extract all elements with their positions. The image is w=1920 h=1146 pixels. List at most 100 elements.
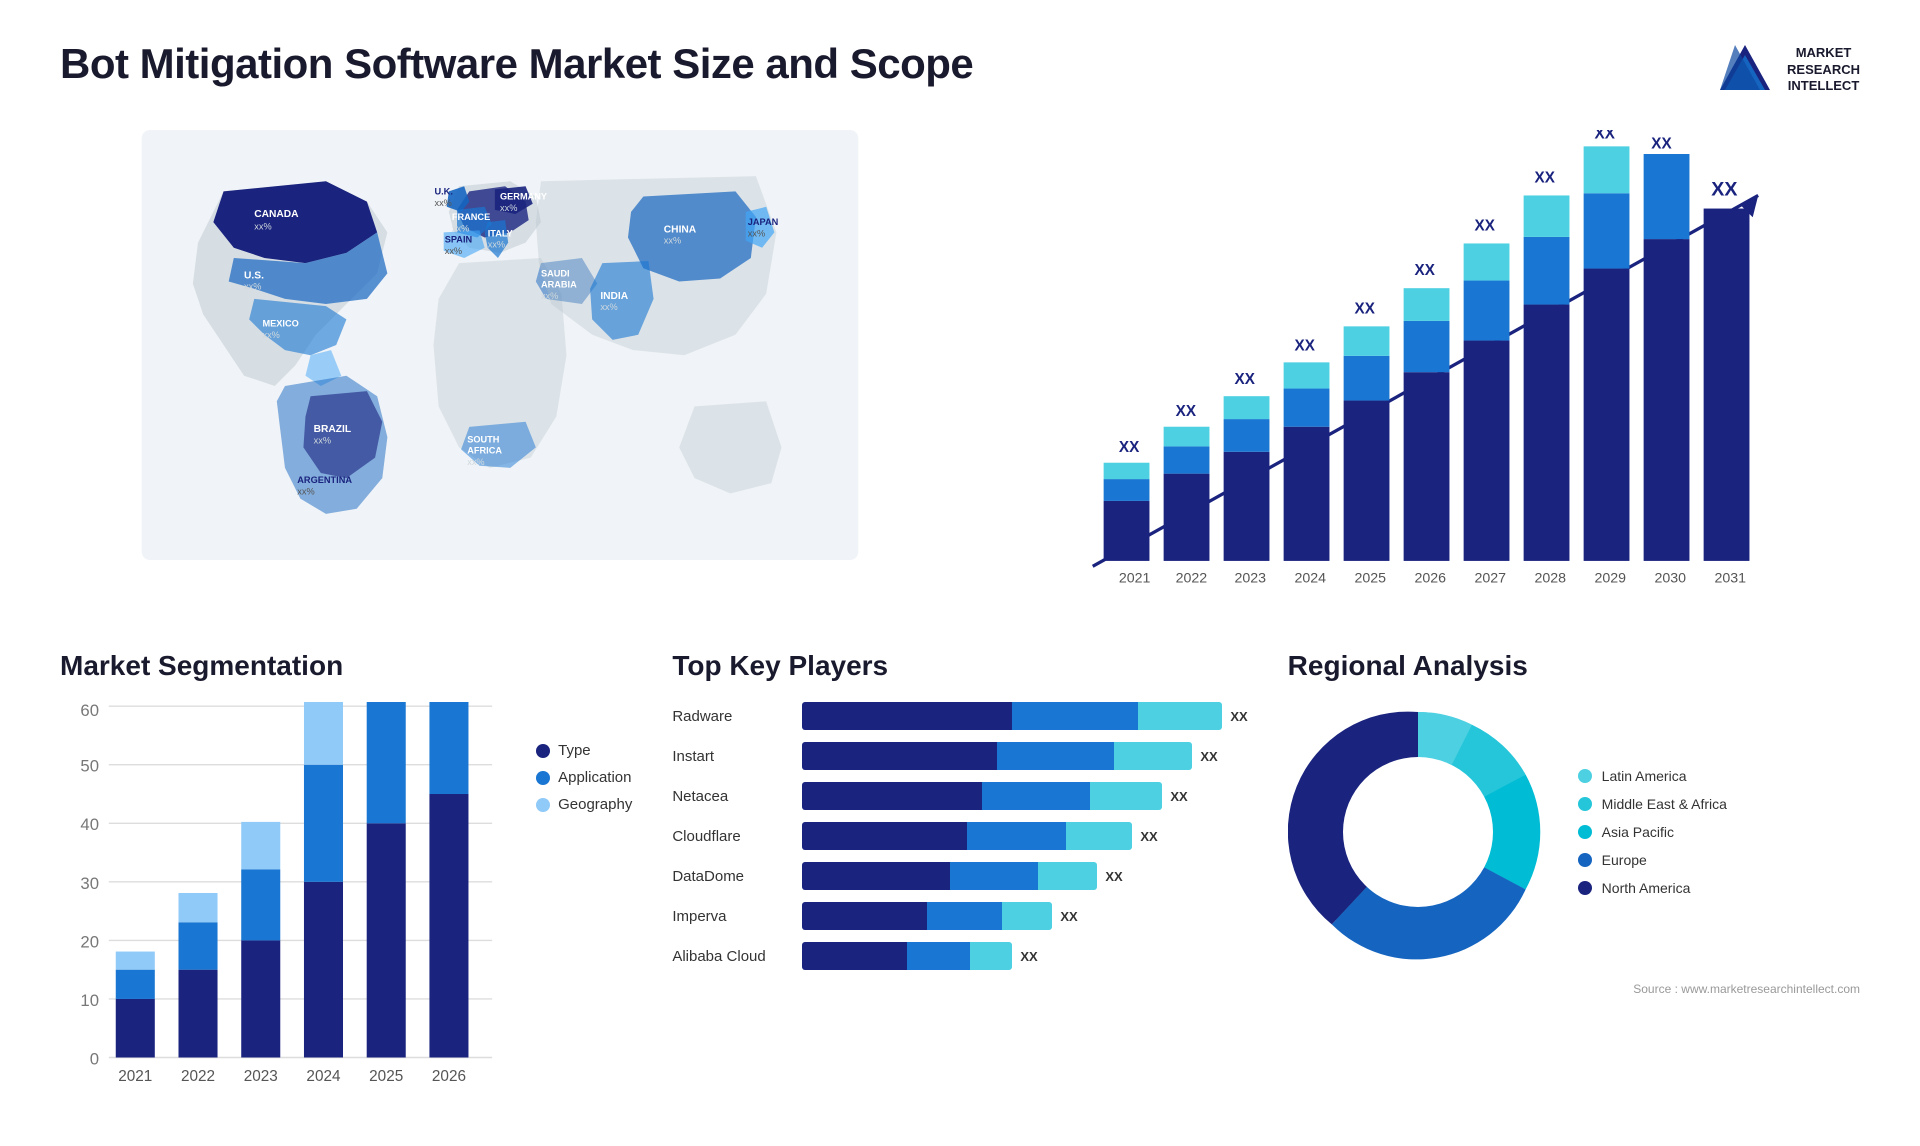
middle-east-label: Middle East & Africa	[1602, 796, 1727, 812]
player-row-alibaba: Alibaba Cloud XX	[672, 942, 1247, 970]
svg-text:U.S.: U.S.	[244, 270, 264, 281]
player-row-cloudflare: Cloudflare XX	[672, 822, 1247, 850]
player-row-netacea: Netacea XX	[672, 782, 1247, 810]
svg-text:xx%: xx%	[445, 246, 462, 256]
player-bar-datadome	[802, 862, 1097, 890]
player-row-radware: Radware XX	[672, 702, 1247, 730]
svg-text:xx%: xx%	[314, 435, 331, 445]
svg-text:xx%: xx%	[262, 330, 279, 340]
player-bar-wrap-instart: XX	[802, 742, 1247, 770]
svg-text:40: 40	[80, 815, 99, 834]
svg-text:2027: 2027	[1475, 571, 1507, 587]
asia-pacific-dot	[1578, 825, 1592, 839]
legend-north-america: North America	[1578, 880, 1727, 896]
svg-text:60: 60	[80, 702, 99, 720]
svg-text:20: 20	[80, 932, 99, 951]
page: Bot Mitigation Software Market Size and …	[0, 0, 1920, 1146]
north-america-label: North America	[1602, 880, 1691, 896]
svg-text:xx%: xx%	[467, 457, 484, 467]
svg-text:XX: XX	[1651, 136, 1672, 153]
geography-dot	[536, 798, 550, 812]
north-america-dot	[1578, 881, 1592, 895]
svg-text:2026: 2026	[432, 1068, 466, 1085]
world-map: CANADA xx% U.S. xx% MEXICO xx% BRAZIL xx…	[60, 130, 940, 560]
legend-middle-east: Middle East & Africa	[1578, 796, 1727, 812]
players-list: Radware XX Instart	[672, 702, 1247, 970]
regional-title: Regional Analysis	[1288, 650, 1860, 682]
player-bar-cloudflare	[802, 822, 1132, 850]
player-bar-alibaba	[802, 942, 1012, 970]
donut-chart	[1288, 702, 1548, 962]
svg-text:0: 0	[90, 1049, 99, 1068]
svg-text:CHINA: CHINA	[664, 224, 697, 235]
svg-text:2025: 2025	[1355, 571, 1387, 587]
bar-chart-section: XX 2021 XX 2022 XX 2023 XX 2024	[980, 130, 1860, 610]
svg-text:xx%: xx%	[600, 302, 617, 312]
svg-text:CANADA: CANADA	[254, 209, 299, 220]
svg-text:JAPAN: JAPAN	[748, 217, 779, 227]
donut-svg	[1288, 702, 1548, 962]
svg-text:xx%: xx%	[244, 282, 261, 292]
svg-text:XX: XX	[1475, 217, 1496, 234]
svg-text:ITALY: ITALY	[488, 228, 513, 238]
player-xx-datadome: XX	[1105, 869, 1122, 884]
seg-chart-svg-wrap: 0 10 20 30 40 50 60	[60, 702, 506, 1097]
legend-latin-america: Latin America	[1578, 768, 1727, 784]
svg-text:SAUDI: SAUDI	[541, 268, 570, 278]
middle-east-dot	[1578, 797, 1592, 811]
europe-dot	[1578, 853, 1592, 867]
player-xx-cloudflare: XX	[1140, 829, 1157, 844]
player-xx-instart: XX	[1200, 749, 1217, 764]
svg-text:XX: XX	[1535, 169, 1556, 186]
svg-text:2024: 2024	[1295, 571, 1327, 587]
player-bar-netacea	[802, 782, 1162, 810]
svg-text:SOUTH: SOUTH	[467, 434, 500, 444]
legend-geography-label: Geography	[558, 796, 632, 813]
svg-text:BRAZIL: BRAZIL	[314, 424, 351, 435]
svg-text:INDIA: INDIA	[600, 291, 628, 302]
world-map-section: CANADA xx% U.S. xx% MEXICO xx% BRAZIL xx…	[60, 130, 940, 610]
svg-text:SPAIN: SPAIN	[445, 235, 473, 245]
svg-text:XX: XX	[1595, 130, 1616, 143]
svg-text:XX: XX	[1415, 262, 1436, 279]
svg-text:xx%: xx%	[541, 291, 558, 301]
svg-text:10: 10	[80, 991, 99, 1010]
svg-text:XX: XX	[1355, 300, 1376, 317]
player-name-cloudflare: Cloudflare	[672, 828, 792, 845]
logo-text: MARKET RESEARCH INTELLECT	[1787, 45, 1860, 96]
svg-text:30: 30	[80, 874, 99, 893]
svg-text:50: 50	[80, 757, 99, 776]
player-name-alibaba: Alibaba Cloud	[672, 948, 792, 965]
player-bar-wrap-alibaba: XX	[802, 942, 1247, 970]
player-row-imperva: Imperva XX	[672, 902, 1247, 930]
player-xx-alibaba: XX	[1020, 949, 1037, 964]
svg-text:2021: 2021	[1119, 571, 1151, 587]
svg-text:2024: 2024	[306, 1068, 341, 1085]
svg-text:U.K.: U.K.	[434, 187, 452, 197]
legend-application: Application	[536, 769, 632, 786]
svg-text:2023: 2023	[244, 1068, 278, 1085]
logo-area: MARKET RESEARCH INTELLECT	[1715, 40, 1860, 100]
europe-label: Europe	[1602, 852, 1647, 868]
player-bar-wrap-imperva: XX	[802, 902, 1247, 930]
svg-text:MEXICO: MEXICO	[262, 319, 298, 329]
svg-text:xx%: xx%	[664, 236, 681, 246]
svg-text:xx%: xx%	[297, 486, 314, 496]
legend-geography: Geography	[536, 796, 632, 813]
svg-text:xx%: xx%	[500, 203, 517, 213]
segmentation-chart-container: 0 10 20 30 40 50 60	[60, 702, 632, 1097]
regional-section: Regional Analysis	[1288, 650, 1860, 1097]
svg-text:ARABIA: ARABIA	[541, 280, 577, 290]
svg-text:xx%: xx%	[254, 221, 271, 231]
latin-america-label: Latin America	[1602, 768, 1687, 784]
svg-text:AFRICA: AFRICA	[467, 446, 502, 456]
application-dot	[536, 771, 550, 785]
header: Bot Mitigation Software Market Size and …	[60, 40, 1860, 100]
asia-pacific-label: Asia Pacific	[1602, 824, 1674, 840]
svg-text:XX: XX	[1176, 403, 1197, 420]
svg-text:2028: 2028	[1535, 571, 1567, 587]
player-row-datadome: DataDome XX	[672, 862, 1247, 890]
svg-text:xx%: xx%	[488, 240, 505, 250]
regional-container: Latin America Middle East & Africa Asia …	[1288, 702, 1860, 962]
svg-text:xx%: xx%	[452, 223, 469, 233]
